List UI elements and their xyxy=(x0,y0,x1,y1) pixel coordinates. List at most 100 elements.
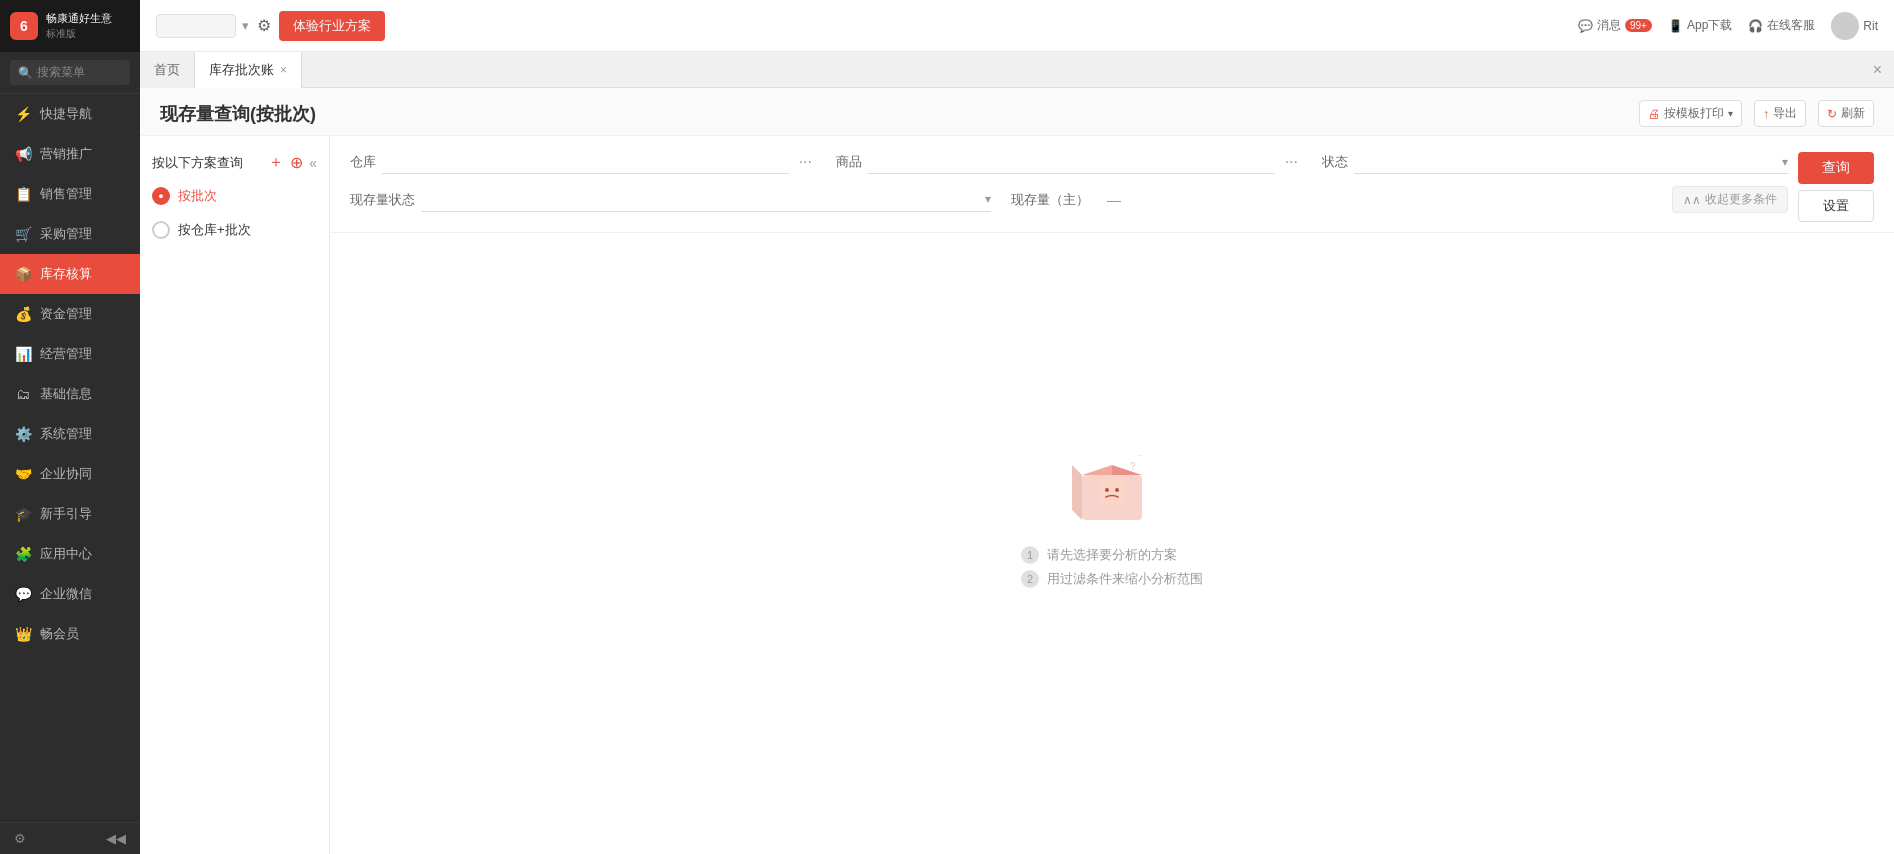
query-button[interactable]: 查询 xyxy=(1798,152,1874,184)
scheme-title: 按以下方案查询 xyxy=(152,154,243,172)
inventory-icon: 📦 xyxy=(14,265,32,283)
print-icon: 🖨 xyxy=(1648,107,1660,121)
status-select[interactable] xyxy=(1354,150,1782,173)
inventory-qty-dash: — xyxy=(1095,192,1133,208)
scheme-by-warehouse-batch[interactable]: 按仓库+批次 xyxy=(140,213,329,247)
settings-button[interactable]: 设置 xyxy=(1798,190,1874,222)
operations-icon: 📊 xyxy=(14,345,32,363)
topbar-gear-icon[interactable]: ⚙ xyxy=(257,16,271,35)
sidebar-item-sales[interactable]: 📋 销售管理 xyxy=(0,174,140,214)
sidebar-item-newbie[interactable]: 🎓 新手引导 xyxy=(0,494,140,534)
enterprise-wechat-icon: 💬 xyxy=(14,585,32,603)
svg-text:~: ~ xyxy=(1137,451,1142,460)
warehouse-input[interactable] xyxy=(382,150,789,174)
inventory-status-select-wrap: ▾ xyxy=(421,188,991,212)
scheme-by-batch[interactable]: ● 按批次 xyxy=(140,179,329,213)
newbie-icon: 🎓 xyxy=(14,505,32,523)
sidebar-item-quick-nav[interactable]: ⚡ 快捷导航 xyxy=(0,94,140,134)
sidebar-item-operations[interactable]: 📊 经营管理 xyxy=(0,334,140,374)
inventory-status-field: 现存量状态 ▾ xyxy=(350,188,991,212)
svg-text:?: ? xyxy=(1130,461,1136,472)
filter-area: 仓库 ··· 商品 ··· 状态 xyxy=(330,136,1894,233)
topbar-left: ▾ ⚙ 体验行业方案 xyxy=(156,11,1568,41)
search-menu-input[interactable]: 🔍 搜索菜单 xyxy=(10,60,130,85)
scheme-by-warehouse-batch-label: 按仓库+批次 xyxy=(178,221,251,239)
warehouse-more-icon[interactable]: ··· xyxy=(795,153,816,171)
topbar-chevron-icon[interactable]: ▾ xyxy=(242,18,249,33)
scheme-by-batch-label: 按批次 xyxy=(178,187,217,205)
sidebar-item-app-center[interactable]: 🧩 应用中心 xyxy=(0,534,140,574)
warehouse-label: 仓库 xyxy=(350,153,376,171)
app-center-icon: 🧩 xyxy=(14,545,32,563)
search-label: 搜索菜单 xyxy=(37,64,85,81)
sidebar-footer: ⚙ ◀◀ xyxy=(0,822,140,854)
print-chevron-icon: ▾ xyxy=(1728,108,1733,119)
quick-nav-icon: ⚡ xyxy=(14,105,32,123)
collapse-panel-icon[interactable]: « xyxy=(309,155,317,171)
page-header: 现存量查询(按批次) 🖨 按模板打印 ▾ ↑ 导出 ↻ 刷新 xyxy=(140,88,1894,136)
trial-button[interactable]: 体验行业方案 xyxy=(279,11,385,41)
topbar-search-input[interactable] xyxy=(156,14,236,38)
hint-text-1: 请先选择要分析的方案 xyxy=(1047,546,1177,564)
sidebar-search-area[interactable]: 🔍 搜索菜单 xyxy=(0,52,140,94)
filter-and-buttons: 仓库 ··· 商品 ··· 状态 xyxy=(350,150,1874,222)
tab-close-icon[interactable]: × xyxy=(280,64,287,76)
status-label: 状态 xyxy=(1322,153,1348,171)
sidebar-item-finance[interactable]: 💰 资金管理 xyxy=(0,294,140,334)
svg-point-5 xyxy=(1105,488,1109,492)
phone-icon: 📱 xyxy=(1668,19,1683,33)
status-field: 状态 ▾ xyxy=(1322,150,1788,174)
sidebar-item-marketing[interactable]: 📢 营销推广 xyxy=(0,134,140,174)
tab-inventory-batch[interactable]: 库存批次账 × xyxy=(195,52,302,88)
product-input[interactable] xyxy=(868,150,1275,174)
message-action[interactable]: 💬 消息 99+ xyxy=(1578,17,1652,34)
scheme-inactive-dot xyxy=(152,221,170,239)
tab-home[interactable]: 首页 xyxy=(140,52,195,88)
sidebar-item-purchase[interactable]: 🛒 采购管理 xyxy=(0,214,140,254)
collapse-sidebar-icon[interactable]: ◀◀ xyxy=(106,831,126,846)
hint-num-2: 2 xyxy=(1021,570,1039,588)
sidebar-nav: ⚡ 快捷导航 📢 营销推广 📋 销售管理 🛒 采购管理 📦 库存核算 💰 资金管… xyxy=(0,94,140,822)
sidebar-item-enterprise-wechat[interactable]: 💬 企业微信 xyxy=(0,574,140,614)
topbar-input-area: ▾ xyxy=(156,14,249,38)
refresh-btn[interactable]: ↻ 刷新 xyxy=(1818,100,1874,127)
enterprise-icon: 🤝 xyxy=(14,465,32,483)
empty-hint-2: 2 用过滤条件来缩小分析范围 xyxy=(1021,570,1203,588)
message-label: 消息 xyxy=(1597,17,1621,34)
user-area[interactable]: Rit xyxy=(1831,12,1878,40)
product-field: 商品 ··· xyxy=(836,150,1302,174)
inventory-status-select[interactable] xyxy=(421,188,985,211)
svg-point-6 xyxy=(1115,488,1119,492)
product-more-icon[interactable]: ··· xyxy=(1281,153,1302,171)
topbar-right: 💬 消息 99+ 📱 App下载 🎧 在线客服 Rit xyxy=(1578,12,1878,40)
svg-marker-3 xyxy=(1072,465,1082,520)
app-download-action[interactable]: 📱 App下载 xyxy=(1668,17,1732,34)
settings-scheme-icon[interactable]: ⊕ xyxy=(290,153,303,172)
sidebar-item-label: 基础信息 xyxy=(40,385,92,403)
sidebar-item-enterprise[interactable]: 🤝 企业协同 xyxy=(0,454,140,494)
marketing-icon: 📢 xyxy=(14,145,32,163)
print-label: 按模板打印 xyxy=(1664,105,1724,122)
settings-icon[interactable]: ⚙ xyxy=(14,831,26,846)
avatar xyxy=(1831,12,1859,40)
tab-home-label: 首页 xyxy=(154,61,180,79)
sidebar-item-membership[interactable]: 👑 畅会员 xyxy=(0,614,140,654)
sidebar-item-system[interactable]: ⚙️ 系统管理 xyxy=(0,414,140,454)
filter-buttons-col: 查询 设置 xyxy=(1798,150,1874,222)
sidebar-item-label: 企业协同 xyxy=(40,465,92,483)
sidebar-item-label: 企业微信 xyxy=(40,585,92,603)
message-badge: 99+ xyxy=(1625,19,1652,32)
export-btn[interactable]: ↑ 导出 xyxy=(1754,100,1806,127)
left-panel-actions: ＋ ⊕ « xyxy=(268,152,317,173)
status-select-arrow-icon: ▾ xyxy=(1782,155,1788,169)
tabs-bar-close-icon[interactable]: × xyxy=(1861,52,1894,87)
headset-icon: 🎧 xyxy=(1748,19,1763,33)
sidebar-item-basic[interactable]: 🗂 基础信息 xyxy=(0,374,140,414)
empty-hint-1: 1 请先选择要分析的方案 xyxy=(1021,546,1203,564)
collapse-more-btn[interactable]: ∧∧ 收起更多条件 xyxy=(1672,186,1788,213)
sidebar-item-inventory[interactable]: 📦 库存核算 xyxy=(0,254,140,294)
online-service-action[interactable]: 🎧 在线客服 xyxy=(1748,17,1815,34)
print-btn[interactable]: 🖨 按模板打印 ▾ xyxy=(1639,100,1742,127)
right-panel: 仓库 ··· 商品 ··· 状态 xyxy=(330,136,1894,854)
add-scheme-icon[interactable]: ＋ xyxy=(268,152,284,173)
